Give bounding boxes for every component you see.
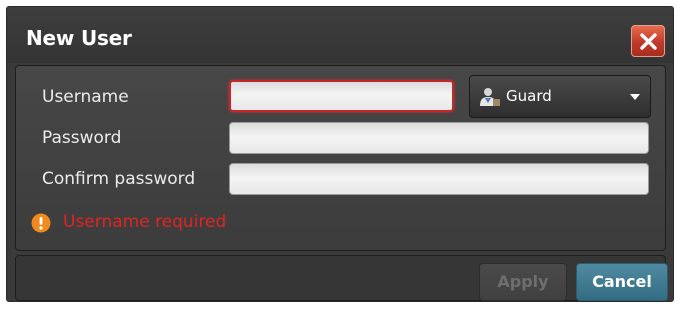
apply-button[interactable]: Apply [479,263,567,301]
confirm-password-label: Confirm password [42,169,196,189]
role-dropdown-value: Guard [506,87,552,105]
username-input[interactable] [229,80,454,112]
password-label: Password [42,128,122,148]
dialog-titlebar[interactable]: New User [7,7,673,63]
dialog-title: New User [26,26,132,50]
chevron-down-icon [630,94,640,100]
username-label: Username [42,87,129,107]
user-icon [480,88,500,106]
close-button[interactable] [631,25,665,57]
error-text: Username required [63,212,227,232]
close-icon [640,33,657,50]
role-dropdown[interactable]: Guard [469,75,651,118]
new-user-dialog: New User Username Guard Password Confirm… [6,6,674,302]
warning-icon [31,213,51,233]
cancel-button[interactable]: Cancel [576,263,668,301]
password-input[interactable] [229,122,649,154]
confirm-password-input[interactable] [229,163,649,195]
dialog-footer [15,255,666,301]
